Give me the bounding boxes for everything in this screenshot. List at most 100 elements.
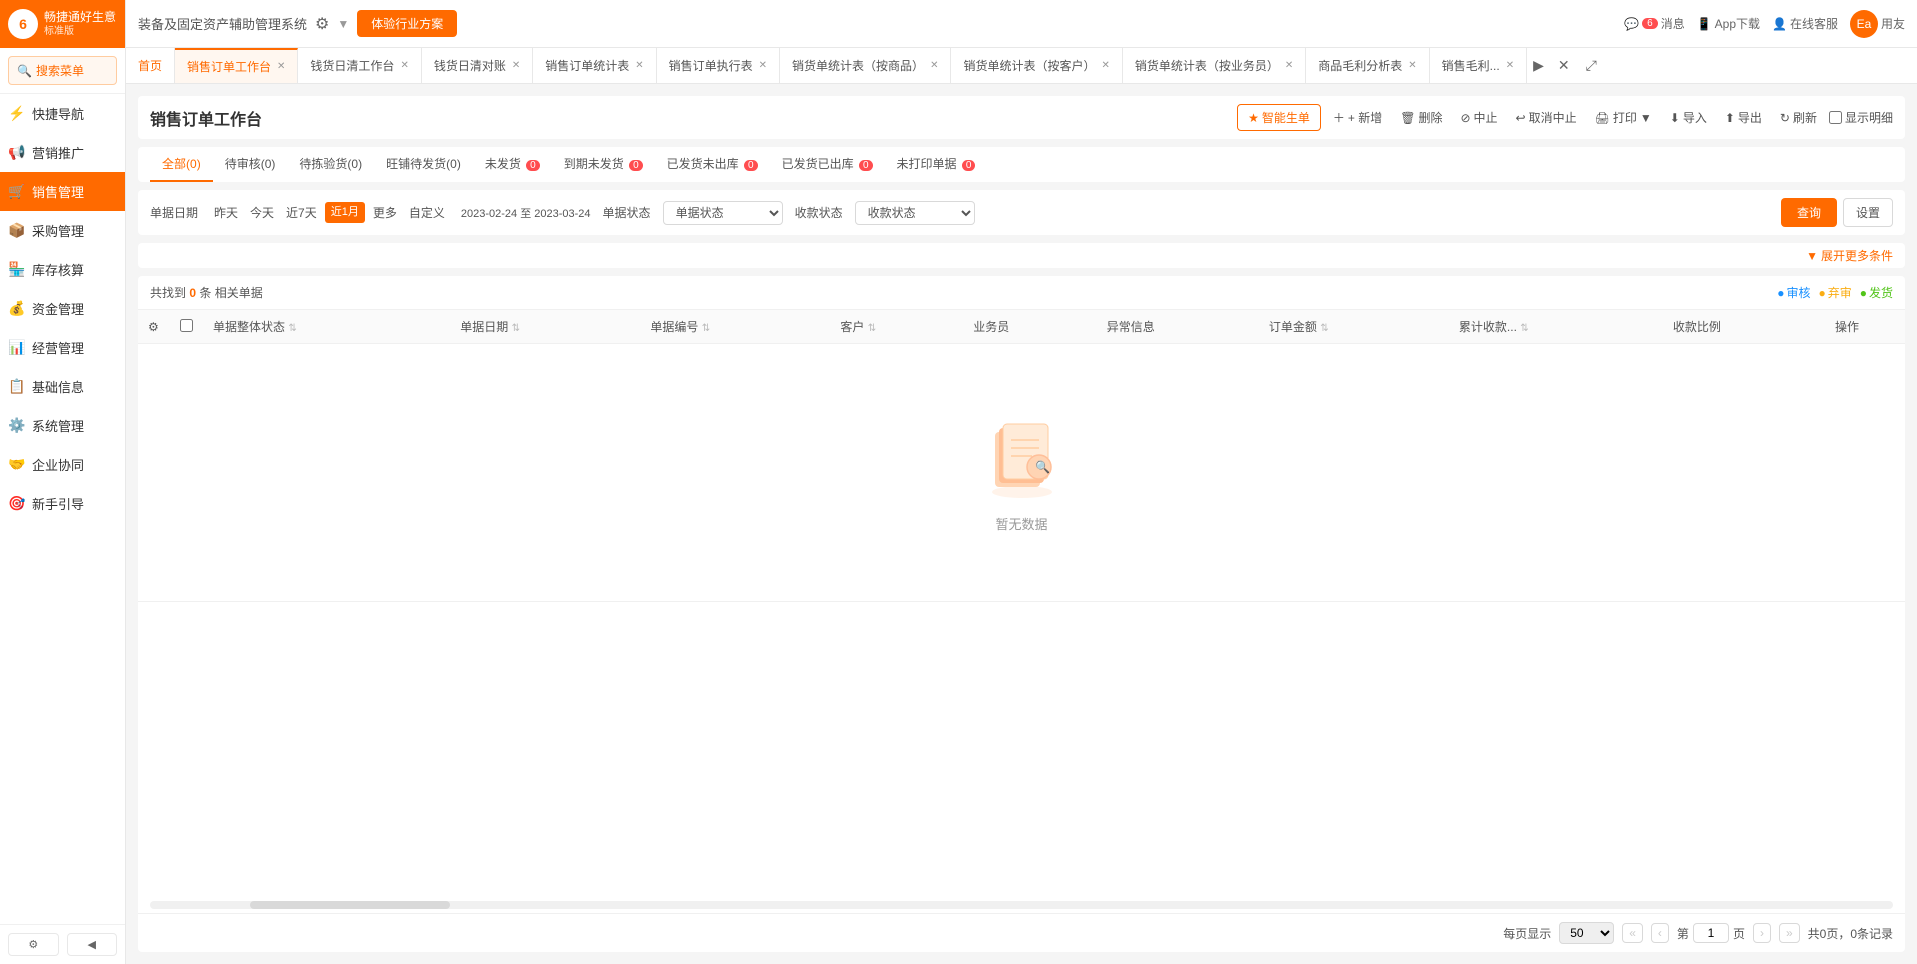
- sidebar-collapse-button[interactable]: ◀: [67, 933, 118, 956]
- select-all-checkbox[interactable]: [180, 319, 193, 332]
- last-page-button[interactable]: »: [1779, 923, 1800, 943]
- subtab-wangpu-pending[interactable]: 旺铺待发货(0): [374, 147, 473, 182]
- search-menu-button[interactable]: 🔍 搜索菜单: [8, 56, 117, 85]
- more-date-btn[interactable]: 更多: [369, 202, 401, 223]
- col-status-header[interactable]: 单据整体状态 ⇅: [203, 310, 450, 344]
- col-customer-header[interactable]: 客户 ⇅: [830, 310, 963, 344]
- tab-sales-summary-product[interactable]: 销货单统计表（按商品） ✕: [780, 48, 951, 83]
- promo-icon: 📢: [8, 144, 26, 162]
- tab-product-margin[interactable]: 商品毛利分析表 ✕: [1306, 48, 1429, 83]
- status-filter-select[interactable]: 单据状态: [663, 201, 783, 225]
- online-service-button[interactable]: 👤 在线客服: [1772, 15, 1838, 32]
- sidebar-item-inventory[interactable]: 🏪 库存核算: [0, 250, 125, 289]
- tab-close-all-button[interactable]: ✕: [1550, 48, 1578, 83]
- next-page-button[interactable]: ›: [1753, 923, 1771, 943]
- smart-create-button[interactable]: ★ 智能生单: [1237, 104, 1321, 131]
- col-amount-header[interactable]: 订单金额 ⇅: [1259, 310, 1449, 344]
- show-detail-checkbox-label[interactable]: 显示明细: [1829, 109, 1893, 126]
- tab-cash-daily[interactable]: 钱货日清工作台 ✕: [298, 48, 421, 83]
- first-page-button[interactable]: «: [1622, 923, 1643, 943]
- sidebar-item-basic[interactable]: 📋 基础信息: [0, 367, 125, 406]
- col-received-header[interactable]: 累计收款... ⇅: [1449, 310, 1663, 344]
- col-date-header[interactable]: 单据日期 ⇅: [450, 310, 640, 344]
- sidebar-item-guide[interactable]: 🎯 新手引导: [0, 484, 125, 523]
- tab-home[interactable]: 首页: [126, 48, 175, 83]
- sales-summary-product-tab-close[interactable]: ✕: [930, 60, 938, 71]
- sales-extra-tab-close[interactable]: ✕: [1506, 60, 1514, 71]
- cash-daily-tab-close[interactable]: ✕: [400, 60, 408, 71]
- last7days-btn[interactable]: 近7天: [282, 202, 321, 223]
- col-number-header[interactable]: 单据编号 ⇅: [640, 310, 830, 344]
- cancel-suspend-button[interactable]: ↩ 取消中止: [1510, 105, 1583, 130]
- sales-summary-staff-tab-close[interactable]: ✕: [1285, 60, 1293, 71]
- col-staff-header[interactable]: 业务员: [963, 310, 1097, 344]
- export-icon: ⬆: [1725, 111, 1735, 125]
- subtab-not-shipped[interactable]: 未发货 0: [473, 147, 552, 182]
- sales-summary-customer-tab-close[interactable]: ✕: [1101, 60, 1109, 71]
- sidebar-item-nav[interactable]: ⚡ 快捷导航: [0, 94, 125, 133]
- delete-button[interactable]: 🗑 删除: [1394, 105, 1448, 130]
- tab-sales-exec[interactable]: 销售订单执行表 ✕: [657, 48, 780, 83]
- per-page-select[interactable]: 50 10 20 100: [1559, 922, 1614, 944]
- subtab-pending-review[interactable]: 待审核(0): [213, 147, 288, 182]
- sidebar-settings-button[interactable]: ⚙: [8, 933, 59, 956]
- refresh-button[interactable]: ↻ 刷新: [1774, 105, 1823, 130]
- cash-reconcile-tab-close[interactable]: ✕: [512, 60, 520, 71]
- sidebar-item-finance[interactable]: 💰 资金管理: [0, 289, 125, 328]
- yesterday-btn[interactable]: 昨天: [210, 202, 242, 223]
- cancel-audit-op-button[interactable]: ● 弃审: [1818, 284, 1851, 301]
- tab-scroll-right-button[interactable]: ▶: [1527, 48, 1550, 83]
- subtab-expired-not-shipped[interactable]: 到期未发货 0: [552, 147, 655, 182]
- last-month-badge[interactable]: 近1月: [325, 202, 365, 223]
- sidebar-item-promo[interactable]: 📢 营销推广: [0, 133, 125, 172]
- horizontal-scrollbar[interactable]: [138, 897, 1905, 913]
- add-button[interactable]: ＋ + 新增: [1327, 105, 1388, 130]
- import-button[interactable]: ⬇ 导入: [1664, 105, 1713, 130]
- today-btn[interactable]: 今天: [246, 202, 278, 223]
- tab-sales-stat[interactable]: 销售订单统计表 ✕: [533, 48, 656, 83]
- custom-date-btn[interactable]: 自定义: [405, 202, 449, 223]
- scrollbar-thumb[interactable]: [250, 901, 450, 909]
- print-button[interactable]: 🖨 打印 ▼: [1589, 105, 1658, 130]
- expand-more-button[interactable]: ▼ 展开更多条件: [1806, 247, 1893, 264]
- suspend-button[interactable]: ⊘ 中止: [1454, 105, 1503, 130]
- received-sort-icon: ⇅: [1520, 323, 1528, 334]
- app-download-button[interactable]: 📱 App下载: [1697, 15, 1760, 32]
- sidebar-item-sales[interactable]: 🛒 销售管理: [0, 172, 125, 211]
- col-exception-header[interactable]: 异常信息: [1097, 310, 1259, 344]
- page-input[interactable]: [1693, 923, 1729, 943]
- sales-stat-tab-close[interactable]: ✕: [635, 60, 643, 71]
- show-detail-checkbox[interactable]: [1829, 111, 1842, 124]
- tab-sales-summary-customer[interactable]: 销货单统计表（按客户） ✕: [951, 48, 1122, 83]
- settings-gear-button[interactable]: ⚙: [315, 14, 329, 34]
- sales-exec-tab-close[interactable]: ✕: [759, 60, 767, 71]
- sidebar-item-system[interactable]: ⚙️ 系统管理: [0, 406, 125, 445]
- sidebar-item-cooperation[interactable]: 🤝 企业协同: [0, 445, 125, 484]
- subtab-shipped-warehoused[interactable]: 已发货已出库 0: [770, 147, 885, 182]
- payment-filter-select[interactable]: 收款状态: [855, 201, 975, 225]
- prev-page-button[interactable]: ‹: [1651, 923, 1669, 943]
- export-button[interactable]: ⬆ 导出: [1719, 105, 1768, 130]
- col-ratio-header[interactable]: 收款比例: [1663, 310, 1825, 344]
- ship-op-button[interactable]: ● 发货: [1860, 284, 1893, 301]
- subtab-shipped-not-warehoused[interactable]: 已发货未出库 0: [655, 147, 770, 182]
- tab-sales-order[interactable]: 销售订单工作台 ✕: [175, 48, 298, 83]
- sales-order-tab-close[interactable]: ✕: [277, 61, 285, 72]
- subtab-all[interactable]: 全部(0): [150, 147, 213, 182]
- tab-cash-reconcile[interactable]: 钱货日清对账 ✕: [422, 48, 533, 83]
- tab-maximize-button[interactable]: ⤢: [1578, 48, 1605, 83]
- query-button[interactable]: 查询: [1781, 198, 1837, 227]
- subtab-pending-inspect[interactable]: 待拣验货(0): [287, 147, 374, 182]
- sidebar-item-operations[interactable]: 📊 经营管理: [0, 328, 125, 367]
- tab-sales-extra[interactable]: 销售毛利... ✕: [1430, 48, 1527, 83]
- delete-icon: 🗑: [1400, 111, 1415, 125]
- tab-sales-summary-staff[interactable]: 销货单统计表（按业务员） ✕: [1123, 48, 1306, 83]
- industry-solution-button[interactable]: 体验行业方案: [357, 10, 457, 37]
- message-button[interactable]: 💬 6 消息: [1624, 15, 1685, 32]
- audit-op-button[interactable]: ● 审核: [1777, 284, 1810, 301]
- user-menu-button[interactable]: Ea 用友: [1850, 10, 1905, 38]
- sidebar-item-purchase[interactable]: 📦 采购管理: [0, 211, 125, 250]
- subtab-not-printed[interactable]: 未打印单据 0: [885, 147, 988, 182]
- product-margin-tab-close[interactable]: ✕: [1408, 60, 1416, 71]
- filter-setting-button[interactable]: 设置: [1843, 198, 1893, 227]
